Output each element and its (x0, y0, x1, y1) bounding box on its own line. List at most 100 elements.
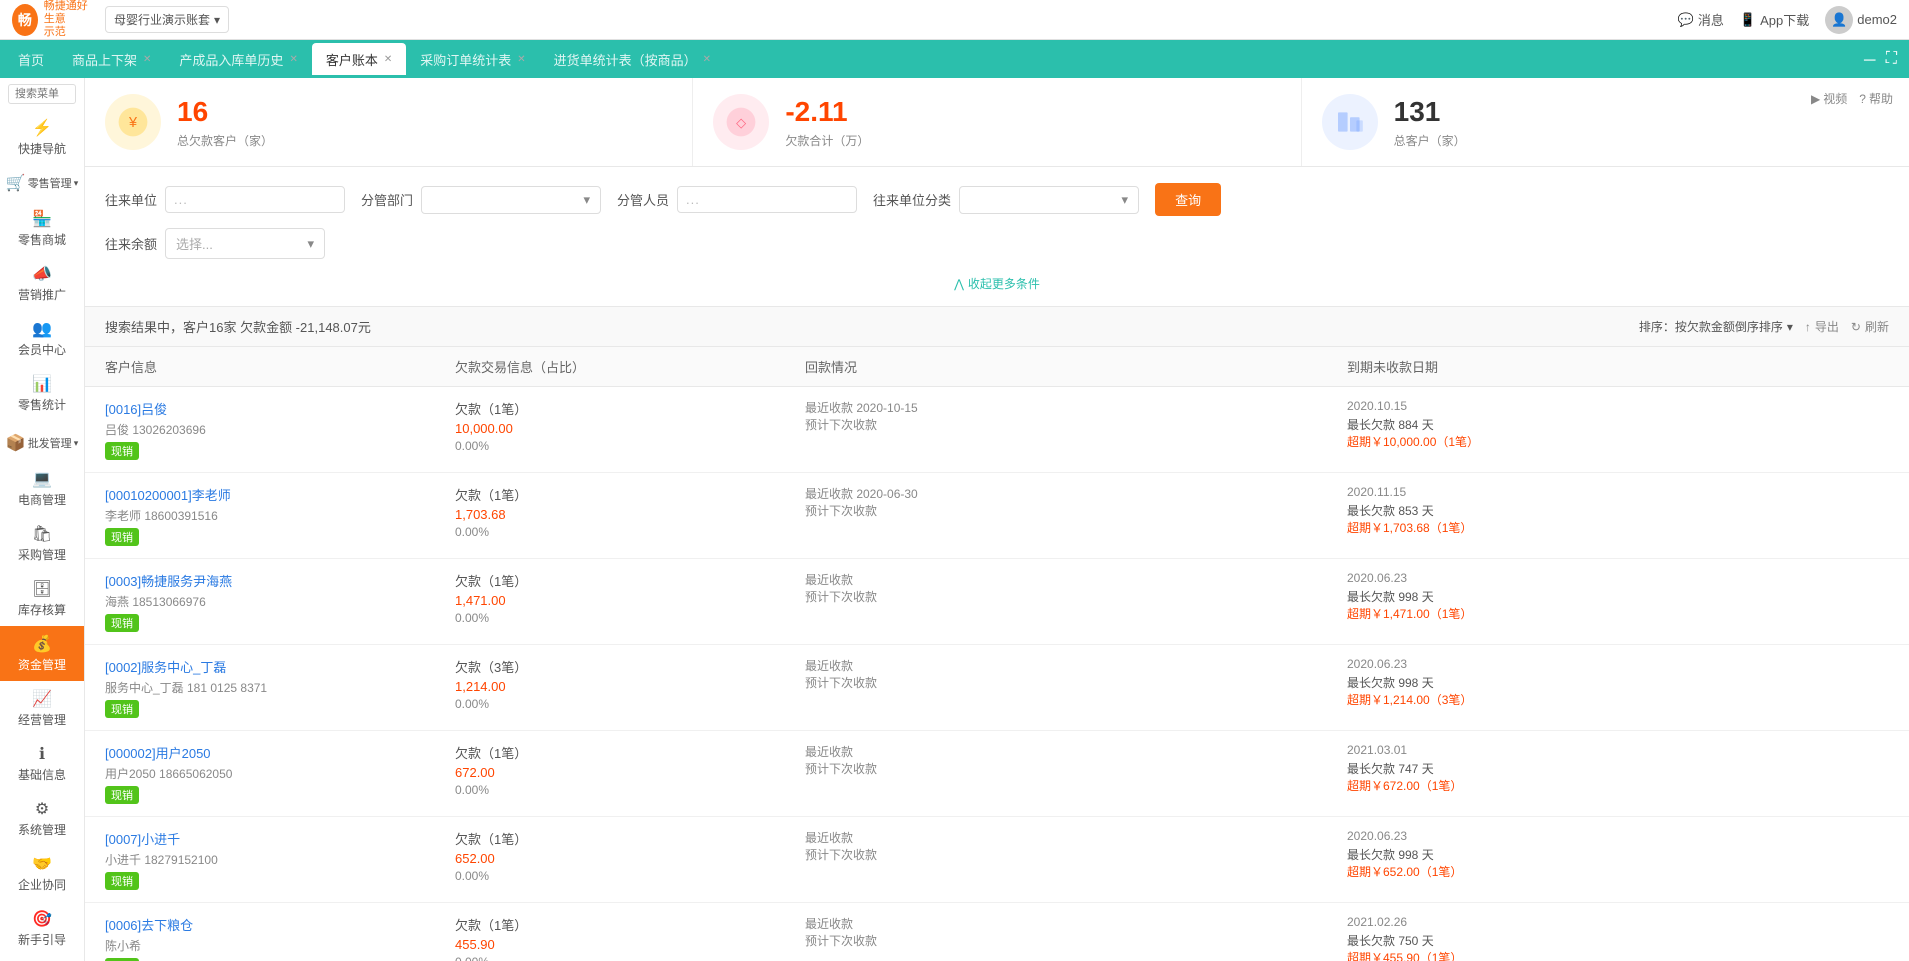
result-actions: 排序：按欠款金额倒序排序 ▾ ↑ 导出 ↻ 刷新 (1639, 318, 1889, 335)
tab-close-product-on-off[interactable]: ✕ (143, 54, 151, 65)
customer-name-2[interactable]: [0003]畅捷服务尹海燕 (105, 571, 455, 590)
sidebar-item-new-guide[interactable]: 🎯 新手引导 (0, 901, 84, 956)
debt-amount-0[interactable]: 10,000.00 (455, 421, 805, 436)
customer-info-0: [0016]吕俊 吕俊 13026203696 现销 (105, 399, 455, 460)
sidebar-item-member-center[interactable]: 👥 会员中心 (0, 311, 84, 366)
sidebar-item-marketing[interactable]: 📣 营销推广 (0, 256, 84, 311)
overdue-amount-0[interactable]: 超期￥10,000.00（1笔） (1347, 433, 1889, 450)
next-collection-6: 预计下次收款 (805, 932, 1347, 949)
debt-info-1: 欠款（1笔） 1,703.68 0.00% (455, 485, 805, 539)
debt-ratio-2: 0.00% (455, 611, 805, 625)
table-row: [0016]吕俊 吕俊 13026203696 现销 欠款（1笔） 10,000… (85, 387, 1909, 473)
search-button[interactable]: 查询 (1155, 183, 1221, 216)
tab-close-purchase-order[interactable]: ✕ (517, 54, 525, 65)
new-guide-icon: 🎯 (32, 909, 52, 929)
stat-icon-total (1322, 94, 1378, 150)
tab-customer-account[interactable]: 客户账本 ✕ (312, 43, 406, 75)
overdue-amount-5[interactable]: 超期￥652.00（1笔） (1347, 863, 1889, 880)
member-center-icon: 👥 (32, 319, 52, 339)
sidebar-item-retail-mgmt[interactable]: 🛒 零售管理 ▾ (0, 165, 84, 201)
sidebar-item-business-mgmt[interactable]: 📈 经营管理 (0, 681, 84, 736)
filter-input-customer[interactable]: ... (165, 186, 345, 213)
refresh-button[interactable]: ↻ 刷新 (1851, 318, 1889, 335)
sidebar-item-enterprise-coop[interactable]: 🤝 企业协同 (0, 846, 84, 901)
debt-amount-3[interactable]: 1,214.00 (455, 679, 805, 694)
video-button[interactable]: ▶ 视频 (1811, 90, 1847, 107)
sidebar-item-basic-info[interactable]: ℹ 基础信息 (0, 736, 84, 791)
sidebar-item-system-mgmt[interactable]: ⚙ 系统管理 (0, 791, 84, 846)
col-header-due: 到期未收款日期 (1347, 357, 1889, 376)
sidebar-item-quick-nav[interactable]: ⚡ 快捷导航 (0, 110, 84, 165)
tab-close-product-history[interactable]: ✕ (289, 54, 297, 65)
overdue-amount-6[interactable]: 超期￥455.90（1笔） (1347, 949, 1889, 961)
marketing-icon: 📣 (32, 264, 52, 284)
due-info-4: 2021.03.01 最长欠款 747 天 超期￥672.00（1笔） (1347, 743, 1889, 794)
sidebar-item-capital-mgmt[interactable]: 💰 资金管理 (0, 626, 84, 681)
overdue-amount-3[interactable]: 超期￥1,214.00（3笔） (1347, 691, 1889, 708)
customer-name-0[interactable]: [0016]吕俊 (105, 399, 455, 418)
tab-product-history[interactable]: 产成品入库单历史 ✕ (165, 43, 311, 75)
filter-select-department[interactable]: ▾ (421, 186, 601, 214)
tab-purchase-order[interactable]: 采购订单统计表 ✕ (406, 43, 539, 75)
filter-select-category[interactable]: ▾ (959, 186, 1139, 214)
customer-info-2: [0003]畅捷服务尹海燕 海燕 18513066976 现销 (105, 571, 455, 632)
filter-input-manager[interactable]: ... (677, 186, 857, 213)
tab-bar-controls: － ⛶ (1862, 47, 1905, 71)
debt-amount-2[interactable]: 1,471.00 (455, 593, 805, 608)
customer-name-3[interactable]: [0002]服务中心_丁磊 (105, 657, 455, 676)
tab-home[interactable]: 首页 (4, 43, 58, 75)
sidebar-item-inventory[interactable]: 🗄 库存核算 (0, 571, 84, 626)
tab-close-purchase-stats[interactable]: ✕ (703, 54, 711, 65)
debt-amount-6[interactable]: 455.90 (455, 937, 805, 952)
export-button[interactable]: ↑ 导出 (1805, 318, 1839, 335)
customer-tag-3: 现销 (105, 700, 139, 718)
customer-tag-5: 现销 (105, 872, 139, 890)
logo-icon: 畅 (12, 4, 38, 36)
sidebar-item-batch-mgmt[interactable]: 📦 批发管理 ▾ (0, 425, 84, 461)
sidebar-item-app-center[interactable]: 📱 应用中心 (0, 956, 84, 961)
customer-info-4: [000002]用户2050 用户2050 18665062050 现销 (105, 743, 455, 804)
stat-number-total-debt: -2.11 (785, 96, 869, 128)
message-button[interactable]: 💬 消息 (1678, 10, 1724, 29)
filter-item-manager: 分管人员 ... (617, 186, 857, 213)
due-date-5: 2020.06.23 (1347, 829, 1889, 843)
sidebar-item-retail-mall[interactable]: 🏪 零售商城 (0, 201, 84, 256)
debt-amount-4[interactable]: 672.00 (455, 765, 805, 780)
tab-collapse-button[interactable]: － (1862, 47, 1878, 71)
debt-label-1: 欠款（1笔） (455, 485, 805, 504)
debt-amount-5[interactable]: 652.00 (455, 851, 805, 866)
company-selector[interactable]: 母婴行业演示账套 ▾ (105, 6, 229, 33)
inventory-icon: 🗄 (32, 579, 52, 599)
filter-collapse-button[interactable]: ⋀ 收起更多条件 (105, 271, 1889, 296)
filter-select-balance[interactable]: 选择... ▾ (165, 228, 325, 259)
debt-amount-1[interactable]: 1,703.68 (455, 507, 805, 522)
tab-expand-button[interactable]: ⛶ (1886, 50, 1897, 68)
stat-label-overdue-customers: 总欠款客户（家） (177, 132, 273, 149)
app-download-button[interactable]: 📱 App下载 (1740, 10, 1809, 29)
tab-purchase-stats[interactable]: 进货单统计表（按商品） ✕ (540, 43, 725, 75)
overdue-amount-4[interactable]: 超期￥672.00（1笔） (1347, 777, 1889, 794)
overdue-days-4: 最长欠款 747 天 (1347, 760, 1889, 777)
sidebar-item-purchase-mgmt[interactable]: 🛍 采购管理 (0, 516, 84, 571)
sort-select[interactable]: 排序：按欠款金额倒序排序 ▾ (1639, 318, 1793, 335)
debt-label-6: 欠款（1笔） (455, 915, 805, 934)
customer-name-1[interactable]: [00010200001]李老师 (105, 485, 455, 504)
customer-name-5[interactable]: [0007]小进千 (105, 829, 455, 848)
overdue-amount-1[interactable]: 超期￥1,703.68（1笔） (1347, 519, 1889, 536)
customer-name-6[interactable]: [0006]去下粮仓 (105, 915, 455, 934)
sidebar-search-input[interactable] (8, 84, 76, 104)
user-menu[interactable]: 👤 demo2 (1825, 6, 1897, 34)
tab-close-customer-account[interactable]: ✕ (384, 54, 392, 65)
sidebar-item-ecommerce[interactable]: 💻 电商管理 (0, 461, 84, 516)
overdue-amount-2[interactable]: 超期￥1,471.00（1笔） (1347, 605, 1889, 622)
tab-product-on-off[interactable]: 商品上下架 ✕ (58, 43, 165, 75)
customer-info-1: [00010200001]李老师 李老师 18600391516 现销 (105, 485, 455, 546)
stat-card-overdue-customers: ¥ 16 总欠款客户（家） (85, 78, 693, 166)
due-info-0: 2020.10.15 最长欠款 884 天 超期￥10,000.00（1笔） (1347, 399, 1889, 450)
help-button[interactable]: ? 帮助 (1859, 90, 1893, 107)
tab-bar: 首页 商品上下架 ✕ 产成品入库单历史 ✕ 客户账本 ✕ 采购订单统计表 ✕ 进… (0, 40, 1909, 78)
customer-info-6: [0006]去下粮仓 陈小希 现销 (105, 915, 455, 961)
customer-name-4[interactable]: [000002]用户2050 (105, 743, 455, 762)
last-collection-3: 最近收款 (805, 657, 1347, 674)
sidebar-item-retail-stats[interactable]: 📊 零售统计 (0, 366, 84, 421)
